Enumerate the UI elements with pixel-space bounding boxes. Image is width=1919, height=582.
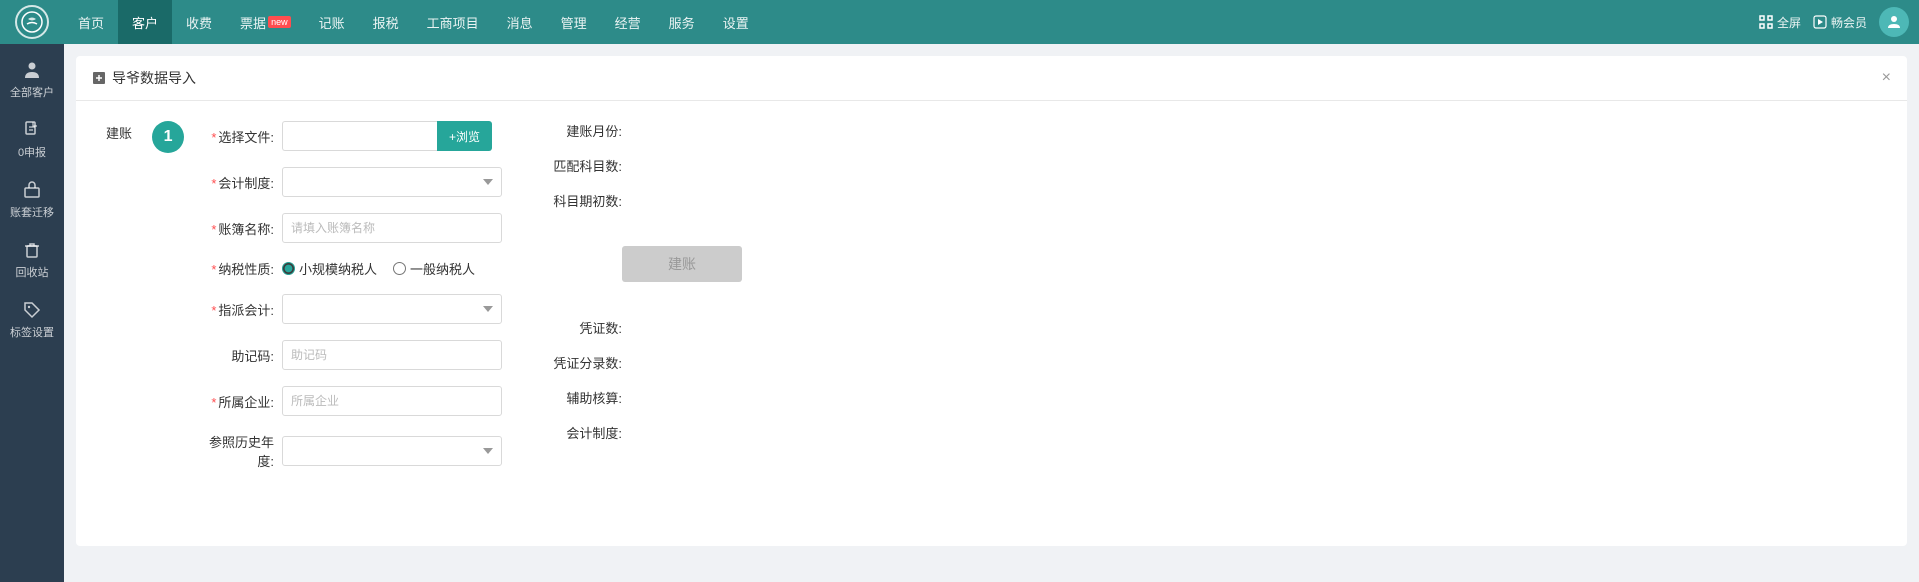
close-button[interactable]: × [1882, 70, 1891, 86]
nav-item-manage[interactable]: 管理 [547, 0, 601, 44]
tax-radio-group: 小规模纳税人 一般纳税人 [282, 259, 475, 278]
account-name-input[interactable] [282, 213, 502, 243]
fullscreen-icon [1759, 15, 1773, 29]
tax-type-row: 纳税性质: 小规模纳税人 一般纳税人 [204, 259, 502, 278]
migration-icon [22, 180, 42, 200]
import-icon [92, 71, 106, 85]
account-name-label: 账簿名称: [204, 219, 274, 238]
match-accounts-label: 匹配科目数: [542, 156, 622, 175]
auxiliary-label: 辅助核算: [542, 388, 622, 407]
panel-title: 导爷数据导入 [92, 68, 196, 88]
form-section: 选择文件: +浏览 会计制度: [204, 121, 502, 470]
initial-data-row: 科目期初数: [542, 191, 822, 210]
panel-body: 建账 1 选择文件: +浏览 [76, 101, 1907, 490]
sidebar-item-account-migration[interactable]: 账套迁移 [0, 172, 64, 228]
initial-data-label: 科目期初数: [542, 191, 622, 210]
accounting-month-label: 建账月份: [542, 121, 622, 140]
accounting-system-info-label: 会计制度: [542, 423, 622, 442]
general-taxpayer-radio[interactable]: 一般纳税人 [393, 259, 475, 278]
sidebar: 全部客户 0申报 账套迁移 回收站 [0, 44, 64, 582]
history-year-select[interactable] [282, 436, 502, 466]
voucher-count-label: 凭证数: [542, 318, 622, 337]
sidebar-item-all-customers[interactable]: 全部客户 [0, 52, 64, 108]
logo[interactable] [10, 0, 54, 44]
company-input[interactable] [282, 386, 502, 416]
memo-input[interactable] [282, 340, 502, 370]
accounting-system-label: 会计制度: [204, 173, 274, 192]
play-icon [1813, 15, 1827, 29]
file-label: 选择文件: [204, 127, 274, 146]
small-taxpayer-label: 小规模纳税人 [299, 259, 377, 278]
company-row: 所属企业: [204, 386, 502, 416]
main-layout: 全部客户 0申报 账套迁移 回收站 [0, 44, 1919, 582]
tag-icon [22, 300, 42, 320]
nav-item-home[interactable]: 首页 [64, 0, 118, 44]
tax-type-label: 纳税性质: [204, 259, 274, 278]
file-icon [22, 120, 42, 140]
logo-circle [15, 5, 49, 39]
match-accounts-row: 匹配科目数: [542, 156, 822, 175]
voucher-records-row: 凭证分录数: [542, 353, 822, 372]
file-row: 选择文件: +浏览 [204, 121, 502, 151]
nav-item-settings[interactable]: 设置 [709, 0, 763, 44]
accountant-select[interactable] [282, 294, 502, 324]
nav-item-invoice[interactable]: 票据 new [226, 0, 305, 44]
user-group-icon [22, 60, 42, 80]
file-input[interactable] [282, 121, 437, 151]
step-circle: 1 [152, 121, 184, 153]
nav-item-customer[interactable]: 客户 [118, 0, 172, 44]
user-icon [1886, 14, 1902, 30]
nav-item-bookkeeping[interactable]: 记账 [305, 0, 359, 44]
account-name-row: 账簿名称: [204, 213, 502, 243]
nav-item-tax[interactable]: 报税 [359, 0, 413, 44]
info-section: 建账月份: 匹配科目数: 科目期初数: 建账 [542, 121, 822, 470]
accounting-month-row: 建账月份: [542, 121, 822, 140]
nav-item-business[interactable]: 工商项目 [413, 0, 493, 44]
accounting-system-select[interactable] [282, 167, 502, 197]
content-area: 导爷数据导入 × 建账 1 选择文件: [64, 44, 1919, 582]
sidebar-item-tag-settings[interactable]: 标签设置 [0, 292, 64, 348]
memo-row: 助记码: [204, 340, 502, 370]
nav-right: 全屏 畅会员 [1759, 7, 1909, 37]
accountant-label: 指派会计: [204, 300, 274, 319]
accountant-row: 指派会计: [204, 294, 502, 324]
history-year-label: 参照历史年度: [204, 432, 274, 470]
sidebar-item-recycle[interactable]: 回收站 [0, 232, 64, 288]
browse-button[interactable]: +浏览 [437, 121, 492, 151]
top-nav: 首页 客户 收费 票据 new 记账 报税 工商项目 消息 管理 经营 [0, 0, 1919, 44]
nav-item-message[interactable]: 消息 [493, 0, 547, 44]
left-section: 建账 1 选择文件: +浏览 [106, 121, 502, 470]
memo-label: 助记码: [204, 346, 274, 365]
voucher-count-row: 凭证数: [542, 318, 822, 337]
new-badge: new [268, 16, 291, 29]
voucher-records-label: 凭证分录数: [542, 353, 622, 372]
build-btn-container: 建账 [542, 236, 822, 292]
accounting-system-row: 会计制度: [204, 167, 502, 197]
accounting-system-info-row: 会计制度: [542, 423, 822, 442]
member-btn[interactable]: 畅会员 [1813, 14, 1867, 31]
trash-icon [22, 240, 42, 260]
import-panel: 导爷数据导入 × 建账 1 选择文件: [76, 56, 1907, 546]
nav-item-operation[interactable]: 经营 [601, 0, 655, 44]
file-input-group: +浏览 [282, 121, 492, 151]
fullscreen-btn[interactable]: 全屏 [1759, 14, 1801, 31]
nav-items: 首页 客户 收费 票据 new 记账 报税 工商项目 消息 管理 经营 [64, 0, 1759, 44]
small-taxpayer-radio[interactable]: 小规模纳税人 [282, 259, 377, 278]
nav-item-service[interactable]: 服务 [655, 0, 709, 44]
auxiliary-row: 辅助核算: [542, 388, 822, 407]
user-avatar[interactable] [1879, 7, 1909, 37]
company-label: 所属企业: [204, 392, 274, 411]
nav-item-fee[interactable]: 收费 [172, 0, 226, 44]
step-section: 建账 1 [106, 121, 184, 153]
panel-header: 导爷数据导入 × [76, 56, 1907, 101]
build-account-button[interactable]: 建账 [622, 246, 742, 282]
sidebar-item-zero-report[interactable]: 0申报 [0, 112, 64, 168]
general-taxpayer-label: 一般纳税人 [410, 259, 475, 278]
history-year-row: 参照历史年度: [204, 432, 502, 470]
